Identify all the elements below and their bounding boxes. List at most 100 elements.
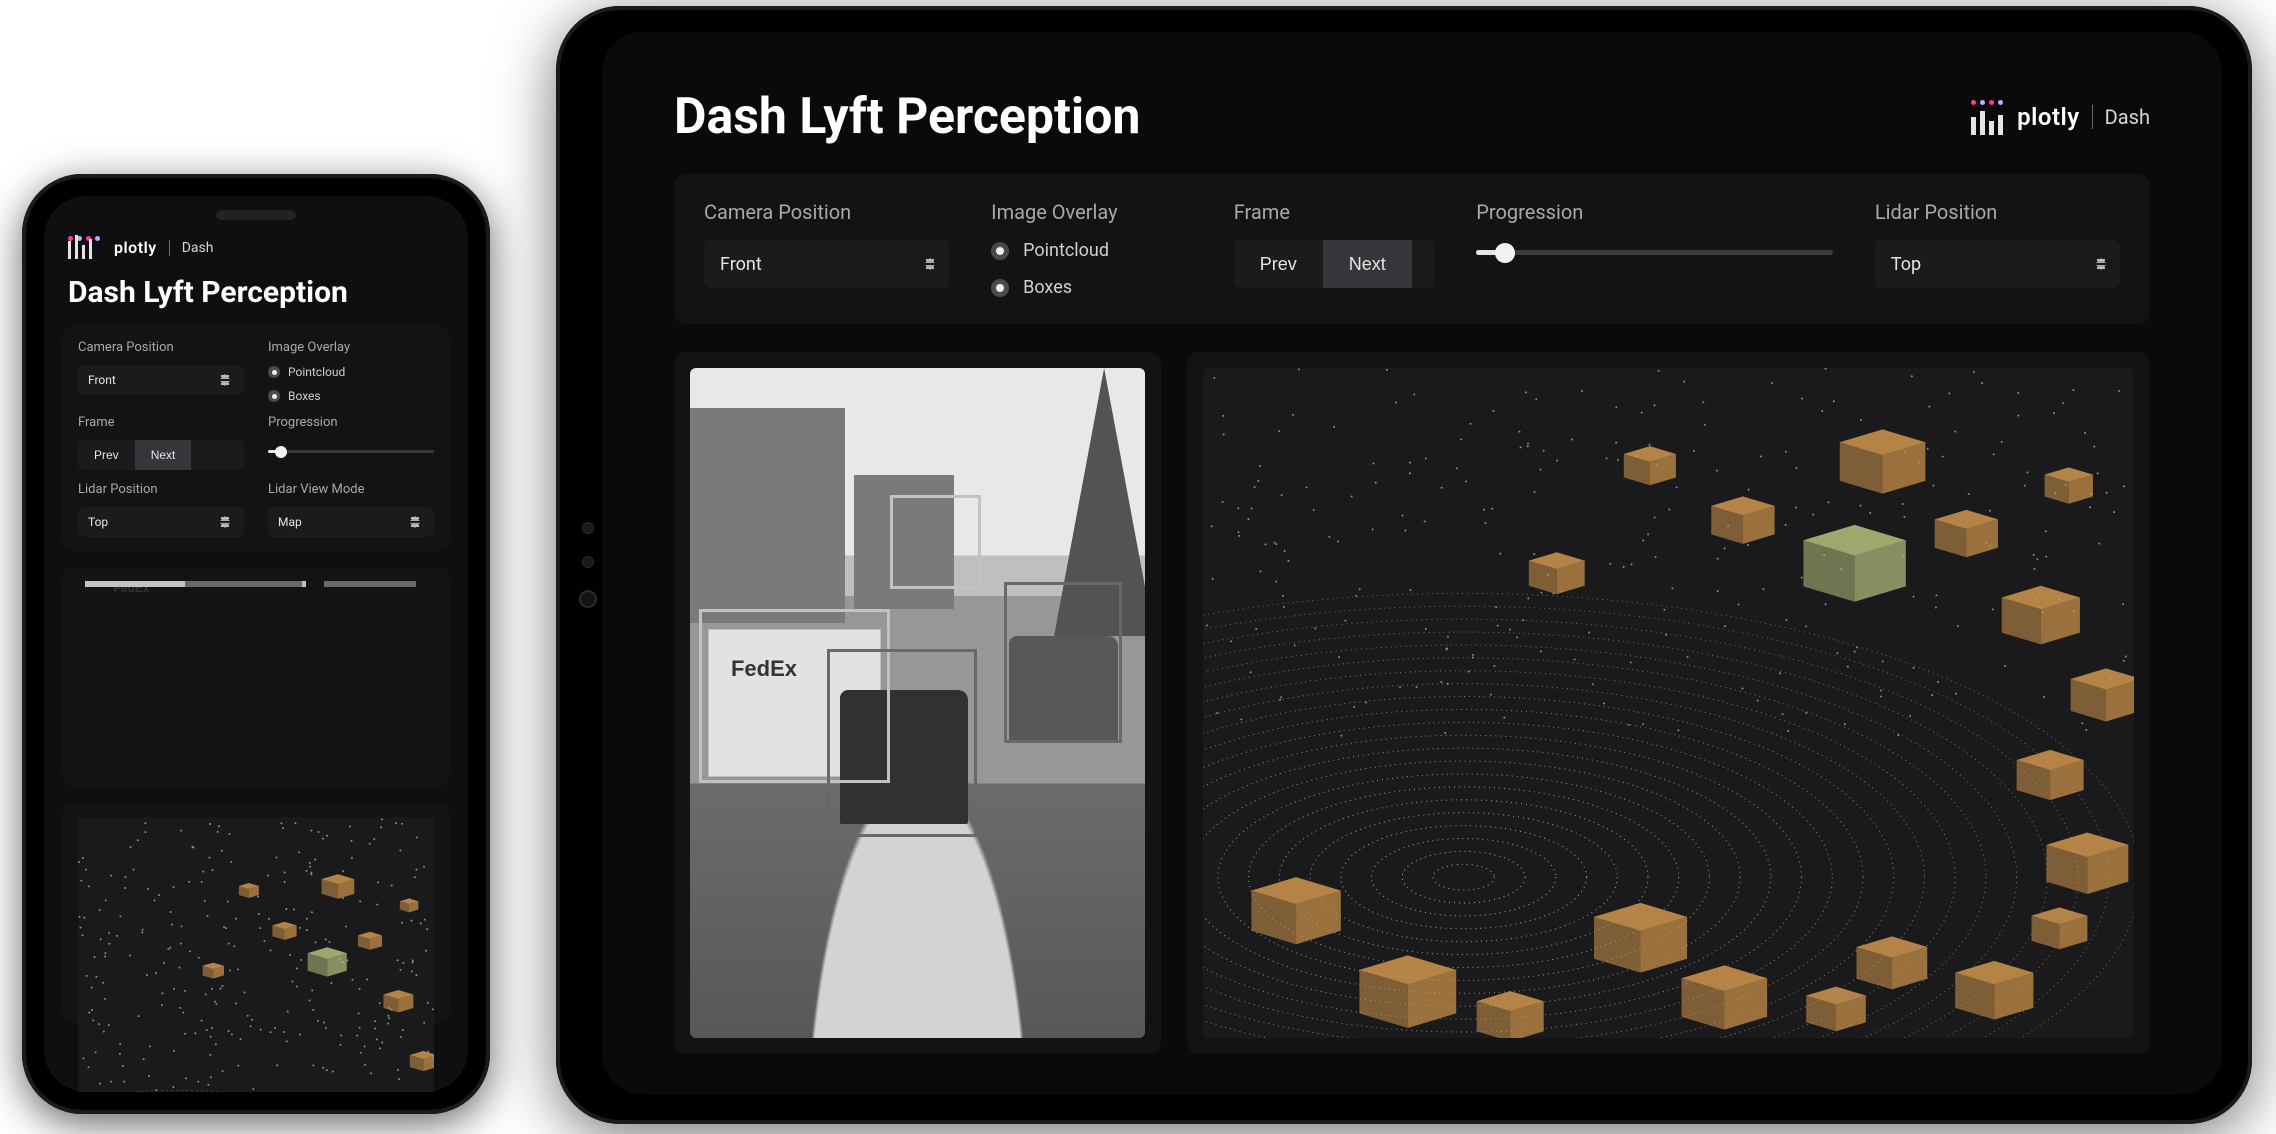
progression-slider[interactable] <box>1476 250 1833 255</box>
lidar-view-mode-select[interactable]: Map <box>268 507 434 537</box>
tablet-bezel-sensors <box>580 522 596 608</box>
phone-camera-panel: FedEx <box>62 567 450 787</box>
lidar-cube <box>2032 907 2088 949</box>
lidar-cube <box>1955 961 2033 1020</box>
brand-name: plotly <box>2017 103 2080 131</box>
brand-separator <box>2092 105 2093 129</box>
lidar-cube <box>1857 936 1928 989</box>
slider-thumb[interactable] <box>1495 243 1515 263</box>
lidar-cube <box>1477 991 1544 1038</box>
frame-prev-button[interactable]: Prev <box>1234 240 1323 288</box>
overlay-boxes-label: Boxes <box>288 389 321 403</box>
lidar-cube <box>1594 903 1687 973</box>
page-title: Dash Lyft Perception <box>62 275 450 310</box>
brand-name: plotly <box>114 238 157 257</box>
overlay-pointcloud-label: Pointcloud <box>1023 240 1109 261</box>
overlay-option-boxes[interactable]: Boxes <box>268 389 434 403</box>
select-caret-icon <box>220 374 230 386</box>
lidar-cube <box>1935 510 1998 557</box>
lidar-pointcloud-icon <box>1203 368 2134 1038</box>
camera-position-value: Front <box>88 373 116 387</box>
page-title: Dash Lyft Perception <box>674 88 1140 146</box>
frame-next-button[interactable]: Next <box>1323 240 1412 288</box>
fedex-truck-label: FedEx <box>731 656 797 682</box>
image-overlay-label: Image Overlay <box>268 340 434 355</box>
fedex-truck-label: FedEx <box>114 581 150 595</box>
frame-label: Frame <box>78 415 244 430</box>
frame-label: Frame <box>1234 200 1435 224</box>
lidar-cube <box>203 963 224 979</box>
frame-prev-button[interactable]: Prev <box>78 440 135 470</box>
phone-speaker-slot <box>216 210 296 220</box>
lidar-cube <box>2017 750 2084 800</box>
progression-label: Progression <box>1476 200 1833 224</box>
select-caret-icon <box>220 516 230 528</box>
tablet-controls-panel: Camera Position Front Image Overlay Poin… <box>674 174 2150 324</box>
brand-logo: plotly Dash <box>1971 100 2150 135</box>
frame-button-group: Prev Next <box>78 440 244 470</box>
lidar-cube <box>2002 586 2080 645</box>
lidar-position-select[interactable]: Top <box>1875 240 2120 288</box>
phone-device-frame: plotly Dash Dash Lyft Perception Camera … <box>22 174 490 1114</box>
progression-slider[interactable] <box>268 450 434 453</box>
lidar-pointcloud-icon <box>78 817 434 1092</box>
lidar-position-label: Lidar Position <box>1875 200 2120 224</box>
lidar-position-value: Top <box>88 515 108 529</box>
bbox-traffic-light <box>235 581 306 587</box>
lidar-view[interactable] <box>1203 368 2134 1038</box>
lidar-view[interactable] <box>78 817 434 1092</box>
brand-product: Dash <box>2105 105 2150 129</box>
lidar-cube <box>383 990 413 1012</box>
lidar-cube <box>1359 955 1456 1028</box>
overlay-option-boxes[interactable]: Boxes <box>991 277 1192 298</box>
lidar-cube <box>1624 446 1676 485</box>
select-caret-icon <box>2096 258 2106 270</box>
lidar-position-value: Top <box>1891 254 1921 275</box>
overlay-option-pointcloud[interactable]: Pointcloud <box>991 240 1192 261</box>
lidar-cube <box>239 883 259 898</box>
overlay-option-pointcloud[interactable]: Pointcloud <box>268 365 434 379</box>
select-caret-icon <box>925 258 935 270</box>
lidar-cube <box>1806 987 1866 1032</box>
image-overlay-label: Image Overlay <box>991 200 1192 224</box>
lidar-view-mode-value: Map <box>278 515 302 529</box>
lidar-cube <box>272 922 296 940</box>
lidar-cube <box>2071 668 2134 721</box>
brand-product: Dash <box>182 240 214 256</box>
bbox-car-right <box>324 581 417 587</box>
lidar-cube <box>308 947 347 976</box>
tablet-app-screen: Dash Lyft Perception plotly Dash Camera … <box>602 32 2222 1094</box>
camera-position-value: Front <box>720 254 762 275</box>
progression-label: Progression <box>268 415 434 430</box>
camera-position-label: Camera Position <box>704 200 949 224</box>
phone-lidar-panel <box>62 803 450 1023</box>
camera-position-select[interactable]: Front <box>78 365 244 395</box>
lidar-cube <box>1711 496 1774 543</box>
camera-view[interactable]: FedEx <box>690 368 1145 1038</box>
radio-icon <box>991 242 1009 260</box>
lidar-cube <box>2046 833 2128 894</box>
tablet-device-frame: Dash Lyft Perception plotly Dash Camera … <box>556 6 2252 1124</box>
plotly-bars-icon <box>1971 107 2005 135</box>
brand-logo: plotly Dash <box>62 230 450 259</box>
tablet-lidar-panel <box>1187 352 2150 1054</box>
slider-thumb[interactable] <box>275 446 287 458</box>
plotly-bars-icon <box>68 243 102 259</box>
camera-position-select[interactable]: Front <box>704 240 949 288</box>
lidar-cube <box>2045 467 2093 503</box>
phone-controls-panel: Camera Position Front Image Overlay Poin… <box>62 326 450 551</box>
lidar-cube <box>400 898 419 912</box>
brand-separator <box>169 240 170 256</box>
frame-next-button[interactable]: Next <box>135 440 192 470</box>
lidar-cube <box>410 1051 434 1071</box>
lidar-cube <box>358 932 382 950</box>
camera-position-label: Camera Position <box>78 340 244 355</box>
tablet-camera-panel: FedEx <box>674 352 1161 1054</box>
lidar-position-select[interactable]: Top <box>78 507 244 537</box>
lidar-cube <box>1682 965 1768 1029</box>
lidar-cube <box>1840 429 1926 493</box>
lidar-cube <box>1251 877 1340 944</box>
lidar-position-label: Lidar Position <box>78 482 244 497</box>
radio-icon <box>268 390 280 402</box>
lidar-view-mode-label: Lidar View Mode <box>268 482 434 497</box>
